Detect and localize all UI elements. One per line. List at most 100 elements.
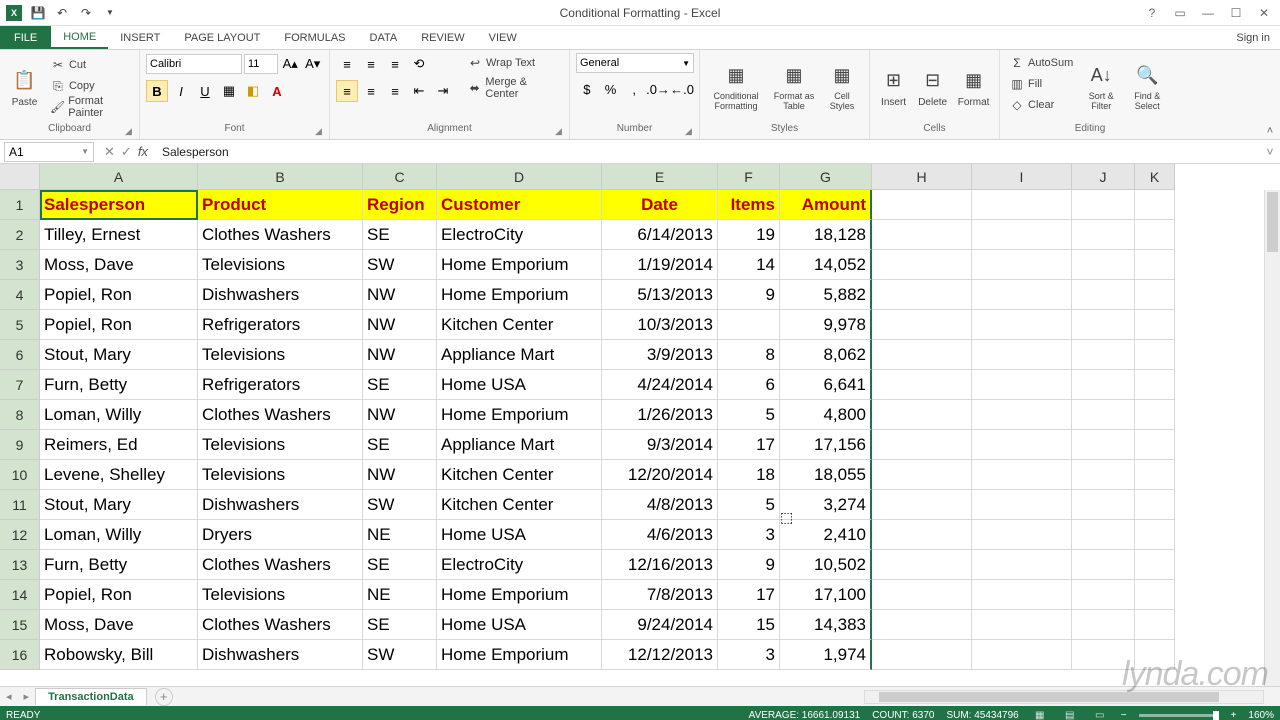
empty-cell[interactable] [1072, 190, 1135, 220]
tab-data[interactable]: DATA [358, 26, 410, 49]
row-header[interactable]: 15 [0, 610, 40, 640]
empty-cell[interactable] [972, 280, 1072, 310]
column-header[interactable]: C [363, 164, 437, 190]
sheet-tab-active[interactable]: TransactionData [35, 688, 147, 705]
horizontal-scrollbar[interactable] [864, 690, 1264, 704]
data-cell[interactable]: NW [363, 460, 437, 490]
empty-cell[interactable] [872, 490, 972, 520]
empty-cell[interactable] [1135, 460, 1175, 490]
zoom-level[interactable]: 160% [1248, 710, 1274, 720]
empty-cell[interactable] [872, 310, 972, 340]
empty-cell[interactable] [1135, 640, 1175, 670]
normal-view-icon[interactable]: ▦ [1031, 708, 1049, 720]
data-cell[interactable]: Moss, Dave [40, 250, 198, 280]
help-icon[interactable]: ? [1142, 3, 1162, 23]
format-as-table-button[interactable]: ▦Format as Table [770, 53, 818, 121]
row-header[interactable]: 3 [0, 250, 40, 280]
empty-cell[interactable] [1135, 310, 1175, 340]
data-cell[interactable]: 17 [718, 580, 780, 610]
vertical-scrollbar[interactable] [1264, 190, 1280, 686]
data-cell[interactable]: 3,274 [780, 490, 872, 520]
data-cell[interactable]: 9 [718, 280, 780, 310]
increase-font-icon[interactable]: A▴ [280, 53, 301, 75]
empty-cell[interactable] [872, 280, 972, 310]
row-header[interactable]: 2 [0, 220, 40, 250]
insert-cells-button[interactable]: ⊞Insert [876, 53, 911, 121]
empty-cell[interactable] [872, 250, 972, 280]
empty-cell[interactable] [1135, 580, 1175, 610]
data-cell[interactable]: 5/13/2013 [602, 280, 718, 310]
increase-indent-icon[interactable]: ⇥ [432, 80, 454, 102]
data-cell[interactable]: Kitchen Center [437, 310, 602, 340]
data-cell[interactable]: SE [363, 550, 437, 580]
tab-formulas[interactable]: FORMULAS [272, 26, 357, 49]
data-cell[interactable]: NE [363, 520, 437, 550]
empty-cell[interactable] [1135, 340, 1175, 370]
column-header[interactable]: J [1072, 164, 1135, 190]
empty-cell[interactable] [972, 430, 1072, 460]
data-cell[interactable]: 19 [718, 220, 780, 250]
row-header[interactable]: 4 [0, 280, 40, 310]
data-cell[interactable]: Loman, Willy [40, 520, 198, 550]
decrease-font-icon[interactable]: A▾ [303, 53, 324, 75]
data-cell[interactable]: 10,502 [780, 550, 872, 580]
data-cell[interactable]: Dishwashers [198, 490, 363, 520]
paste-button[interactable]: 📋 Paste [6, 53, 43, 121]
sheet-nav-prev-icon[interactable]: ◂ [0, 690, 18, 703]
column-header[interactable]: G [780, 164, 872, 190]
bold-button[interactable]: B [146, 80, 168, 102]
fill-button[interactable]: ▥Fill [1006, 74, 1076, 94]
empty-cell[interactable] [872, 430, 972, 460]
tab-insert[interactable]: INSERT [108, 26, 172, 49]
empty-cell[interactable] [872, 580, 972, 610]
data-cell[interactable]: Home Emporium [437, 580, 602, 610]
empty-cell[interactable] [972, 340, 1072, 370]
conditional-formatting-button[interactable]: ▦Conditional Formatting [706, 53, 766, 121]
data-cell[interactable]: Home Emporium [437, 250, 602, 280]
data-cell[interactable]: Kitchen Center [437, 460, 602, 490]
data-cell[interactable]: 1/19/2014 [602, 250, 718, 280]
cancel-formula-icon[interactable]: ✕ [104, 144, 115, 160]
data-cell[interactable]: SE [363, 370, 437, 400]
delete-cells-button[interactable]: ⊟Delete [915, 53, 950, 121]
tab-page-layout[interactable]: PAGE LAYOUT [172, 26, 272, 49]
autosum-button[interactable]: ΣAutoSum [1006, 53, 1076, 73]
header-cell[interactable]: Items [718, 190, 780, 220]
data-cell[interactable]: SW [363, 640, 437, 670]
empty-cell[interactable] [1072, 340, 1135, 370]
select-all-button[interactable] [0, 164, 40, 190]
minimize-icon[interactable]: — [1198, 3, 1218, 23]
empty-cell[interactable] [1135, 490, 1175, 520]
data-cell[interactable]: 2,410 [780, 520, 872, 550]
data-cell[interactable]: 17,156 [780, 430, 872, 460]
empty-cell[interactable] [1072, 370, 1135, 400]
enter-formula-icon[interactable]: ✓ [121, 144, 132, 160]
merge-center-button[interactable]: ⬌Merge & Center [464, 78, 563, 98]
data-cell[interactable]: 5 [718, 490, 780, 520]
data-cell[interactable]: 15 [718, 610, 780, 640]
data-cell[interactable]: 17,100 [780, 580, 872, 610]
header-cell[interactable]: Salesperson [40, 190, 198, 220]
number-format-combo[interactable]: General▼ [576, 53, 694, 73]
empty-cell[interactable] [1072, 220, 1135, 250]
align-center-icon[interactable]: ≡ [360, 80, 382, 102]
empty-cell[interactable] [972, 220, 1072, 250]
empty-cell[interactable] [1072, 430, 1135, 460]
ribbon-display-icon[interactable]: ▭ [1170, 3, 1190, 23]
empty-cell[interactable] [972, 400, 1072, 430]
data-cell[interactable]: Kitchen Center [437, 490, 602, 520]
row-header[interactable]: 6 [0, 340, 40, 370]
column-header[interactable]: H [872, 164, 972, 190]
data-cell[interactable]: 18,128 [780, 220, 872, 250]
empty-cell[interactable] [1072, 550, 1135, 580]
fill-color-button[interactable]: ◧ [242, 80, 264, 102]
data-cell[interactable]: Refrigerators [198, 370, 363, 400]
empty-cell[interactable] [872, 190, 972, 220]
header-cell[interactable]: Date [602, 190, 718, 220]
data-cell[interactable]: Furn, Betty [40, 370, 198, 400]
data-cell[interactable]: 7/8/2013 [602, 580, 718, 610]
empty-cell[interactable] [1135, 520, 1175, 550]
empty-cell[interactable] [872, 550, 972, 580]
empty-cell[interactable] [1072, 250, 1135, 280]
empty-cell[interactable] [1072, 610, 1135, 640]
